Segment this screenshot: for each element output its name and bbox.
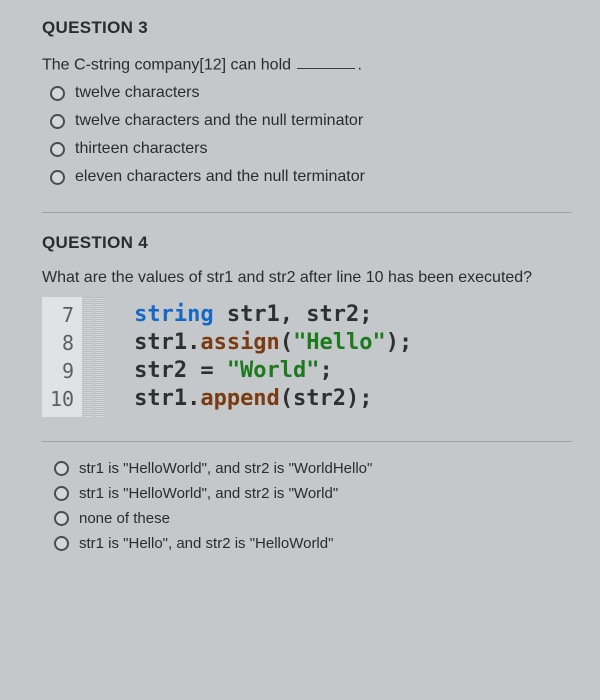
line-number: 10 [50,385,74,413]
question-3-stem: The C-string company[12] can hold . [42,54,572,74]
option-label: none of these [79,510,170,527]
code-text: str1, str2; [214,302,373,327]
line-number: 7 [50,301,74,329]
option-row[interactable]: thirteen characters [50,140,572,158]
question-divider [42,212,572,213]
gutter-bar [96,297,104,417]
question-3-title: QUESTION 3 [42,18,572,38]
radio-icon[interactable] [50,142,65,157]
option-label: str1 is "Hello", and str2 is "HelloWorld… [79,535,333,552]
code-content: string str1, str2;str1.assign("Hello");s… [106,297,418,417]
option-label: twelve characters and the null terminato… [75,112,363,130]
quiz-page: QUESTION 3 The C-string company[12] can … [0,0,600,700]
radio-icon[interactable] [50,170,65,185]
question-3-options: twelve characters twelve characters and … [50,84,572,186]
line-number-gutter: 7 8 9 10 [42,297,82,417]
option-label: thirteen characters [75,140,208,158]
code-text: str2 = [134,358,227,383]
line-number: 8 [50,329,74,357]
code-line: str1.assign("Hello"); [134,329,412,357]
option-row[interactable]: none of these [54,510,572,527]
code-text: str1. [134,386,200,411]
stem-text-pre: The C-string company[12] can hold [42,56,295,73]
line-number: 9 [50,357,74,385]
code-text: ( [280,330,293,355]
fill-blank [297,54,355,69]
option-row[interactable]: str1 is "HelloWorld", and str2 is "World… [54,460,572,477]
code-string: "Hello" [293,330,386,355]
option-label: str1 is "HelloWorld", and str2 is "World… [79,485,338,502]
option-row[interactable]: str1 is "HelloWorld", and str2 is "World… [54,485,572,502]
gutter-bar [84,297,92,417]
option-row[interactable]: eleven characters and the null terminato… [50,168,572,186]
question-4-stem: What are the values of str1 and str2 aft… [42,269,572,287]
code-line: string str1, str2; [134,301,412,329]
option-row[interactable]: str1 is "Hello", and str2 is "HelloWorld… [54,535,572,552]
radio-icon[interactable] [54,486,69,501]
option-row[interactable]: twelve characters and the null terminato… [50,112,572,130]
radio-icon[interactable] [50,114,65,129]
question-4-options: str1 is "HelloWorld", and str2 is "World… [54,460,572,552]
code-func: append [200,386,279,411]
code-text: ; [320,358,333,383]
radio-icon[interactable] [54,461,69,476]
code-func: assign [200,330,279,355]
code-text: ); [386,330,413,355]
stem-text-post: . [357,56,361,73]
code-line: str2 = "World"; [134,357,412,385]
radio-icon[interactable] [54,536,69,551]
code-string: "World" [227,358,320,383]
option-label: str1 is "HelloWorld", and str2 is "World… [79,460,372,477]
code-line: str1.append(str2); [134,385,412,413]
option-label: twelve characters [75,84,200,102]
code-divider [42,441,572,442]
code-text: str1. [134,330,200,355]
option-label: eleven characters and the null terminato… [75,168,365,186]
radio-icon[interactable] [54,511,69,526]
code-keyword: string [134,302,213,327]
code-block: 7 8 9 10 string str1, str2;str1.assign("… [42,297,572,417]
option-row[interactable]: twelve characters [50,84,572,102]
radio-icon[interactable] [50,86,65,101]
question-4-title: QUESTION 4 [42,233,572,253]
code-text: (str2); [280,386,373,411]
